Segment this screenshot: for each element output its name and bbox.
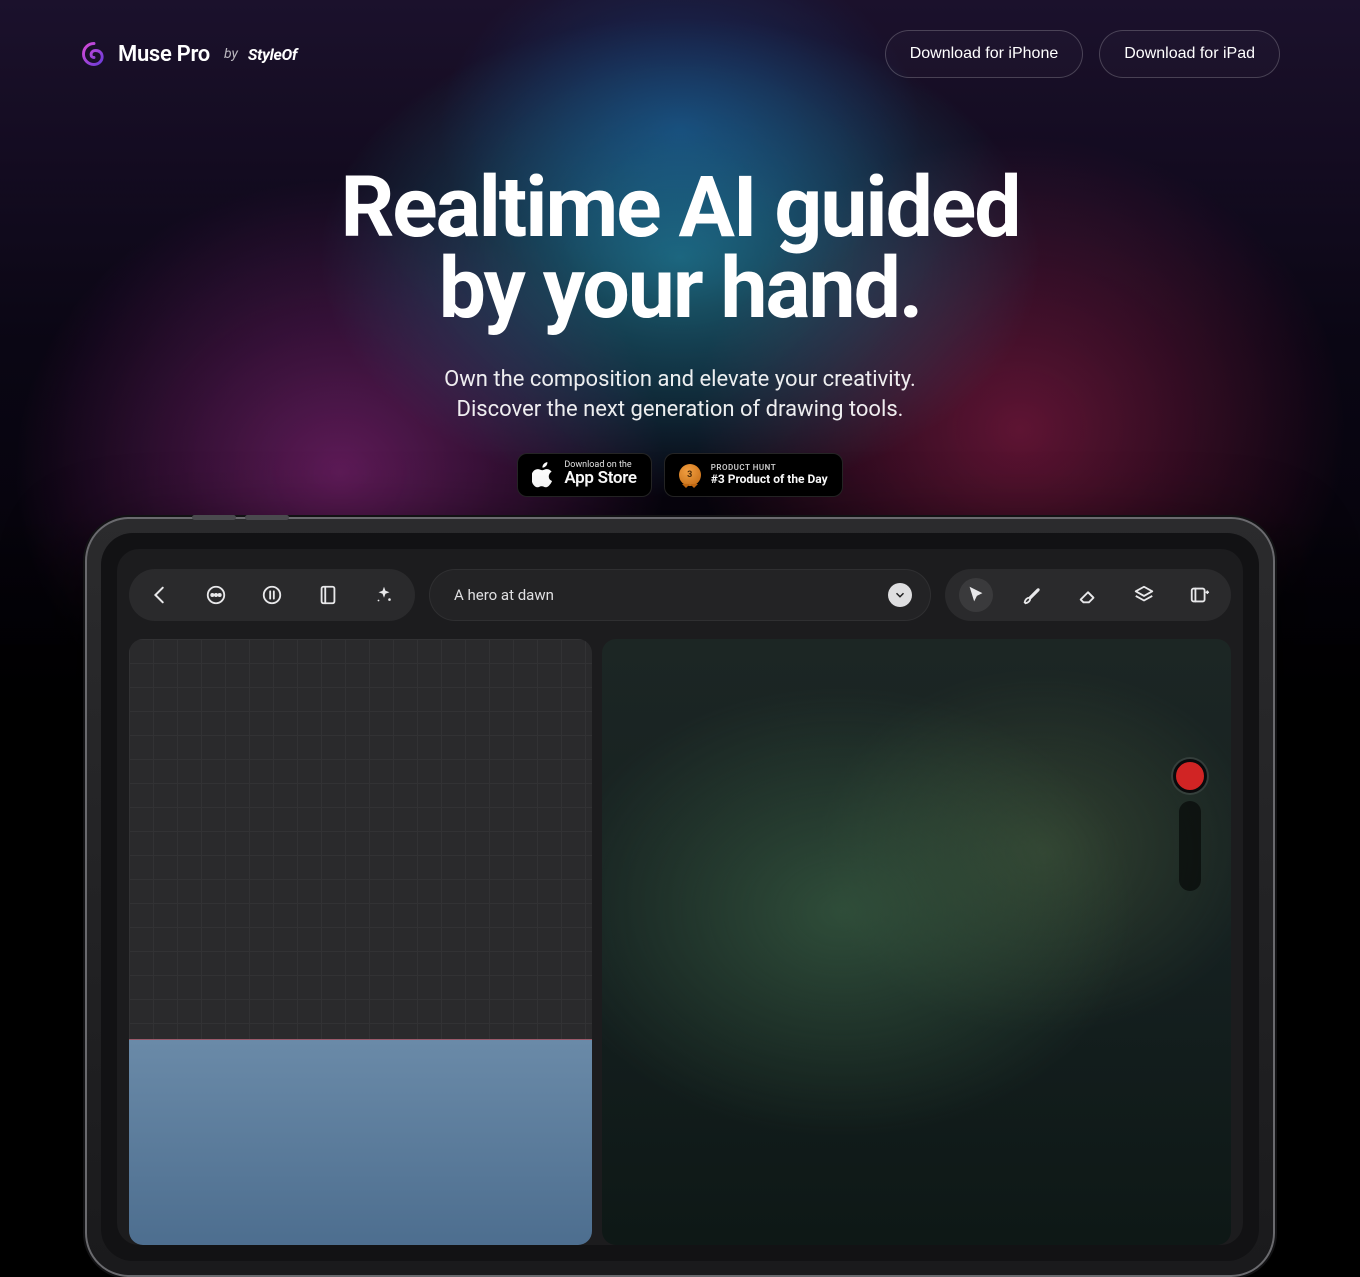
prompt-text: A hero at dawn [448,586,554,604]
app-screen: A hero at dawn [117,549,1243,1245]
hero-title: Realtime AI guided by your hand. [0,168,1360,329]
canvas-area [129,639,1231,1245]
eraser-icon[interactable] [1071,578,1105,612]
apple-icon [532,462,554,488]
hero-sub-line2: Discover the next generation of drawing … [0,395,1360,425]
swirl-icon [80,40,108,68]
cursor-icon[interactable] [959,578,993,612]
layers-icon[interactable] [1127,578,1161,612]
producthunt-badge[interactable]: 3 PRODUCT HUNT #3 Product of the Day [664,453,843,497]
brush-icon[interactable] [1015,578,1049,612]
company-name: StyleOf [248,45,297,64]
right-toolbar [945,569,1231,621]
sketch-canvas[interactable] [129,639,592,1245]
record-button[interactable] [1173,759,1207,793]
app-toolbars: A hero at dawn [129,569,1231,621]
panel-icon[interactable] [311,578,345,612]
by-label: by [224,46,238,62]
header-actions: Download for iPhone Download for iPad [885,30,1280,78]
download-iphone-button[interactable]: Download for iPhone [885,30,1084,78]
hero-section: Realtime AI guided by your hand. Own the… [0,168,1360,497]
strength-slider[interactable] [1179,801,1201,891]
sketch-fill [129,1039,592,1245]
volume-button [245,515,289,520]
hero-title-line1: Realtime AI guided [0,168,1360,249]
pause-icon[interactable] [255,578,289,612]
prompt-bar[interactable]: A hero at dawn [429,569,931,621]
volume-button [192,515,236,520]
medal-icon: 3 [679,464,701,486]
chevron-down-icon[interactable] [888,583,912,607]
hero-sub-line1: Own the composition and elevate your cre… [0,365,1360,395]
badge-row: Download on the App Store 3 PRODUCT HUNT… [0,453,1360,497]
product-name: Muse Pro [118,42,210,67]
left-toolbar [129,569,415,621]
download-ipad-button[interactable]: Download for iPad [1099,30,1280,78]
ipad-device: A hero at dawn [85,517,1275,1277]
add-panel-icon[interactable] [1183,578,1217,612]
hero-title-line2: by your hand. [0,249,1360,330]
back-icon[interactable] [143,578,177,612]
render-canvas[interactable] [602,639,1231,1245]
logo[interactable]: Muse Pro by StyleOf [80,40,297,68]
site-header: Muse Pro by StyleOf Download for iPhone … [0,0,1360,108]
more-icon[interactable] [199,578,233,612]
appstore-large-text: App Store [564,470,636,488]
ph-large-text: #3 Product of the Day [711,473,828,486]
sparkle-icon[interactable] [367,578,401,612]
hero-subtitle: Own the composition and elevate your cre… [0,365,1360,424]
appstore-badge[interactable]: Download on the App Store [517,453,651,497]
